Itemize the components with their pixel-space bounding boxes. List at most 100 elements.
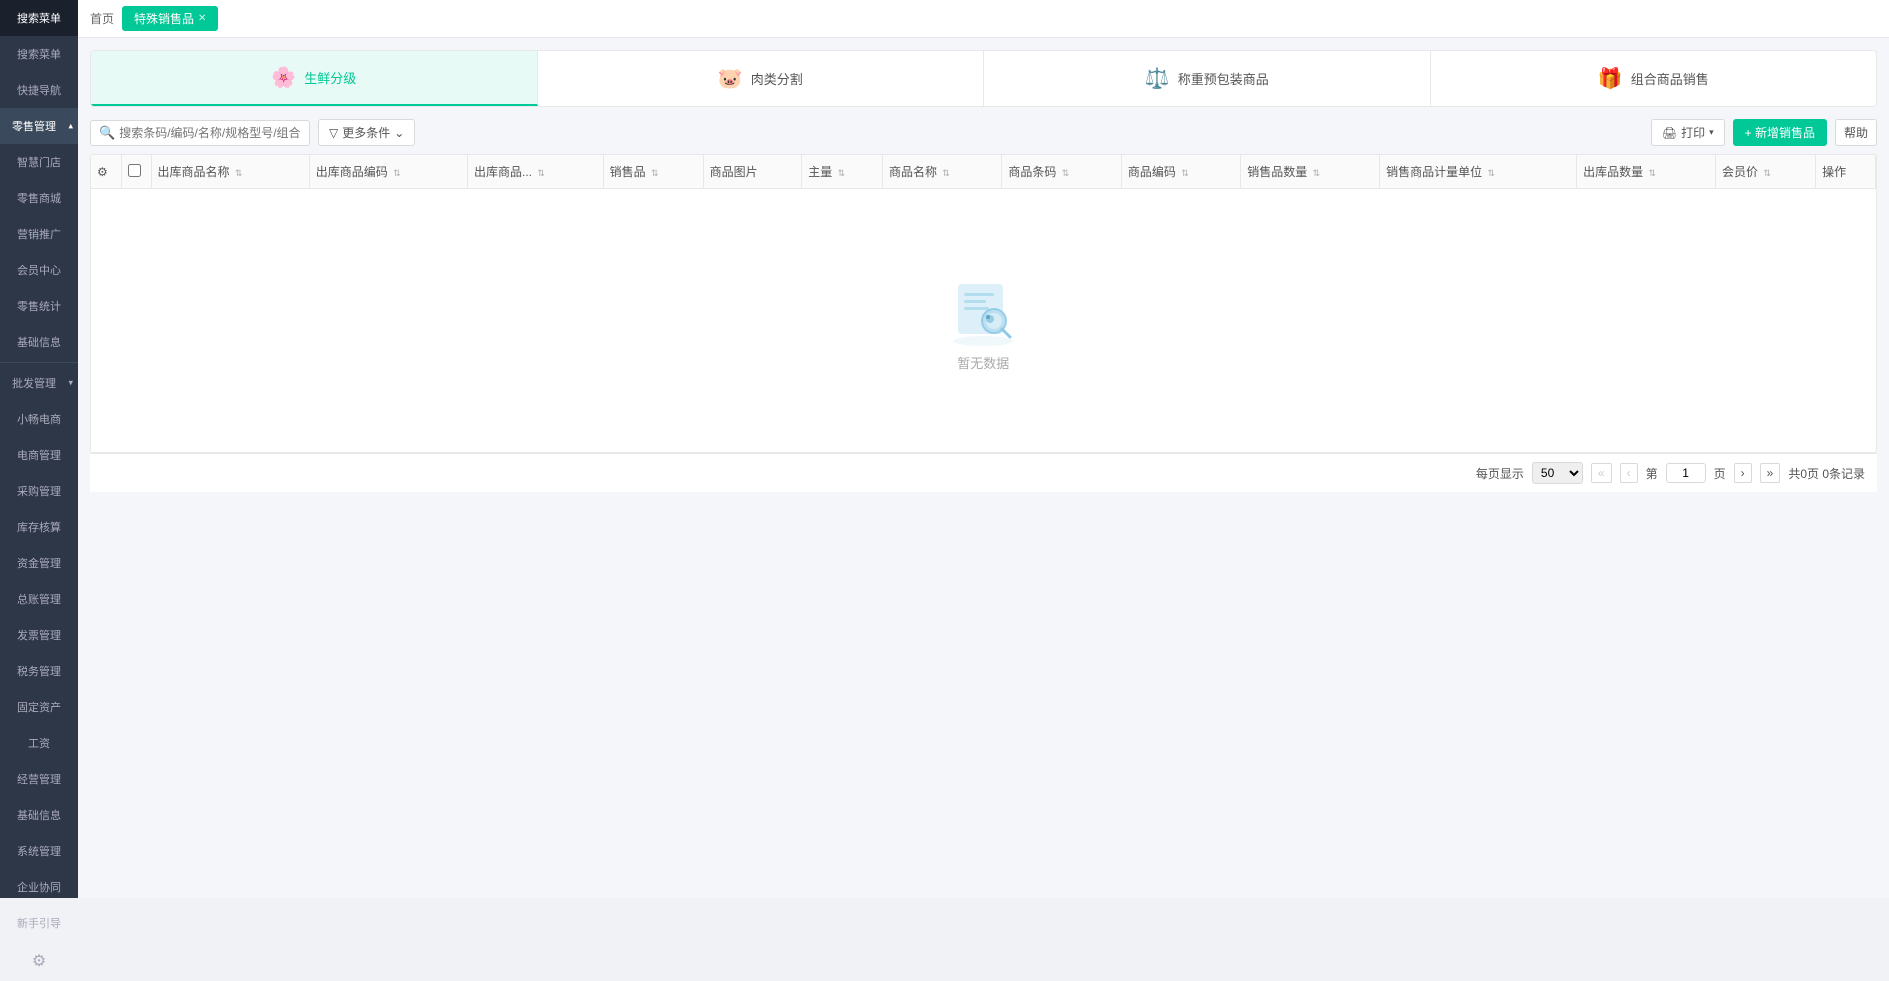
add-label: + 新增销售品 — [1745, 124, 1815, 141]
inventory-label: 库存核算 — [17, 519, 61, 535]
page-unit: 页 — [1714, 465, 1726, 482]
mini-store-label: 小畅电商 — [17, 411, 61, 427]
print-arrow-icon: ▾ — [1709, 127, 1714, 138]
col-out-name: 出库商品名称 ⇅ — [151, 155, 309, 189]
sidebar-item-new-guide[interactable]: 新手引导 — [0, 905, 78, 941]
data-table: ⚙ 出库商品名称 ⇅ 出库商品编码 ⇅ — [91, 155, 1876, 452]
page-area: 🌸 生鲜分级 🐷 肉类分割 ⚖️ 称重预包装商品 🎁 组合商品销售 🔍 — [78, 38, 1889, 898]
fixed-assets-label: 固定资产 — [17, 699, 61, 715]
col-check[interactable] — [121, 155, 151, 189]
sidebar-item-enterprise-coop[interactable]: 企业协同 — [0, 869, 78, 905]
help-button[interactable]: 帮助 — [1835, 119, 1877, 146]
cat-tab-combo-sales[interactable]: 🎁 组合商品销售 — [1431, 51, 1877, 106]
next-page-button[interactable]: › — [1734, 463, 1752, 483]
total-text: 共0页 0条记录 — [1788, 465, 1865, 482]
sidebar-logo: 搜索菜单 — [0, 0, 78, 36]
purchase-mgmt-label: 采购管理 — [17, 483, 61, 499]
cat-tab-meat-cut[interactable]: 🐷 肉类分割 — [538, 51, 985, 106]
sidebar-item-retail-mgmt[interactable]: 零售管理 ▴ — [0, 108, 78, 144]
sidebar-item-purchase-mgmt[interactable]: 采购管理 — [0, 473, 78, 509]
col-out-spec: 出库商品... ⇅ — [468, 155, 604, 189]
sidebar-item-labor[interactable]: 工资 — [0, 725, 78, 761]
top-bar: 首页 特殊销售品 ✕ — [78, 0, 1889, 38]
sort-icon-out-qty[interactable]: ⇅ — [1649, 168, 1657, 178]
fresh-grade-label: 生鲜分级 — [304, 68, 356, 87]
empty-illustration — [111, 269, 1856, 349]
cat-tab-weight-prepack[interactable]: ⚖️ 称重预包装商品 — [984, 51, 1431, 106]
weight-prepack-icon: ⚖️ — [1145, 66, 1170, 91]
add-button[interactable]: + 新增销售品 — [1733, 119, 1827, 146]
sort-icon-out-spec[interactable]: ⇅ — [537, 168, 545, 178]
sidebar-item-ledger-mgmt[interactable]: 总账管理 — [0, 581, 78, 617]
last-page-button[interactable]: » — [1760, 463, 1781, 483]
sidebar-item-search-menu[interactable]: 搜索菜单 — [0, 36, 78, 72]
sidebar-item-basic-info2[interactable]: 基础信息 — [0, 797, 78, 833]
page-size-select[interactable]: 10 20 50 100 — [1532, 462, 1583, 484]
sort-icon-main-qty[interactable]: ⇅ — [838, 168, 846, 178]
retail-stats-label: 零售统计 — [17, 298, 61, 314]
sidebar-item-ecommerce-mgmt[interactable]: 电商管理 — [0, 437, 78, 473]
toolbar-left: 🔍 ▽ 更多条件 ⌄ — [90, 119, 415, 146]
page-label: 第 — [1646, 465, 1658, 482]
combo-sales-icon: 🎁 — [1598, 66, 1623, 91]
col-sale-qty: 销售品数量 ⇅ — [1241, 155, 1380, 189]
retail-mall-label: 零售商城 — [17, 190, 61, 206]
sidebar-item-sales-promo[interactable]: 营销推广 — [0, 216, 78, 252]
sort-icon-out-name[interactable]: ⇅ — [235, 168, 243, 178]
print-button[interactable]: 🖨 打印 ▾ — [1651, 119, 1725, 146]
sidebar-item-smart-store[interactable]: 智慧门店 — [0, 144, 78, 180]
main-content: 首页 特殊销售品 ✕ 🌸 生鲜分级 🐷 肉类分割 ⚖️ 称重预包装商品 🎁 组合… — [78, 0, 1889, 898]
sidebar-item-retail-stats[interactable]: 零售统计 — [0, 288, 78, 324]
prev-page-button[interactable]: ‹ — [1620, 463, 1638, 483]
new-guide-label: 新手引导 — [17, 915, 61, 931]
page-size-label: 每页显示 — [1476, 465, 1524, 482]
page-input[interactable] — [1666, 463, 1706, 483]
search-input[interactable] — [119, 126, 301, 140]
sidebar-item-tax-mgmt[interactable]: 税务管理 — [0, 653, 78, 689]
cat-tab-fresh-grade[interactable]: 🌸 生鲜分级 — [91, 51, 538, 106]
sidebar-item-wholesale-mgmt[interactable]: 批发管理 ▾ — [0, 365, 78, 401]
sales-promo-label: 营销推广 — [17, 226, 61, 242]
sort-icon-member-price[interactable]: ⇅ — [1763, 168, 1771, 178]
home-link[interactable]: 首页 — [90, 10, 114, 27]
ecommerce-mgmt-label: 电商管理 — [17, 447, 61, 463]
sidebar-item-inventory[interactable]: 库存核算 — [0, 509, 78, 545]
search-box[interactable]: 🔍 — [90, 120, 310, 146]
invoice-mgmt-label: 发票管理 — [17, 627, 61, 643]
tab-close-icon[interactable]: ✕ — [198, 13, 206, 24]
sidebar-item-member-center[interactable]: 会员中心 — [0, 252, 78, 288]
col-gear[interactable]: ⚙ — [91, 155, 121, 189]
sidebar-item-basic-info[interactable]: 基础信息 — [0, 324, 78, 360]
sidebar-item-fixed-assets[interactable]: 固定资产 — [0, 689, 78, 725]
sort-icon-out-code[interactable]: ⇅ — [393, 168, 401, 178]
sidebar-item-operations-mgmt[interactable]: 经营管理 — [0, 761, 78, 797]
sidebar-item-retail-mall[interactable]: 零售商城 — [0, 180, 78, 216]
wholesale-mgmt-label: 批发管理 — [12, 375, 56, 391]
sidebar-divider-1 — [0, 362, 78, 363]
prev-page-icon: ‹ — [1627, 466, 1631, 480]
sidebar-item-quick-nav[interactable]: 快捷导航 — [0, 72, 78, 108]
sort-icon-product-code[interactable]: ⇅ — [1181, 168, 1189, 178]
col-barcode: 商品条码 ⇅ — [1002, 155, 1121, 189]
col-member-price: 会员价 ⇅ — [1716, 155, 1816, 189]
empty-state-illustration — [938, 269, 1028, 349]
sort-icon-sale-item[interactable]: ⇅ — [651, 168, 659, 178]
toolbar: 🔍 ▽ 更多条件 ⌄ 🖨 打印 ▾ + 新增销售品 — [90, 119, 1877, 146]
sort-icon-barcode[interactable]: ⇅ — [1062, 168, 1070, 178]
sort-icon-sale-unit[interactable]: ⇅ — [1488, 168, 1496, 178]
meat-cut-icon: 🐷 — [718, 66, 743, 91]
sidebar-item-finance-mgmt[interactable]: 资金管理 — [0, 545, 78, 581]
settings-gear-icon[interactable]: ⚙ — [0, 941, 78, 981]
sidebar-item-system-mgmt[interactable]: 系统管理 — [0, 833, 78, 869]
print-icon: 🖨 — [1662, 126, 1677, 140]
sort-icon-sale-qty[interactable]: ⇅ — [1313, 168, 1321, 178]
sort-icon-product-name[interactable]: ⇅ — [942, 168, 950, 178]
filter-button[interactable]: ▽ 更多条件 ⌄ — [318, 119, 415, 146]
column-settings-icon[interactable]: ⚙ — [97, 165, 108, 179]
labor-label: 工资 — [28, 735, 50, 751]
first-page-button[interactable]: « — [1591, 463, 1612, 483]
sidebar-item-mini-store[interactable]: 小畅电商 — [0, 401, 78, 437]
col-product-code: 商品编码 ⇅ — [1121, 155, 1240, 189]
select-all-checkbox[interactable] — [128, 164, 141, 177]
sidebar-item-invoice-mgmt[interactable]: 发票管理 — [0, 617, 78, 653]
